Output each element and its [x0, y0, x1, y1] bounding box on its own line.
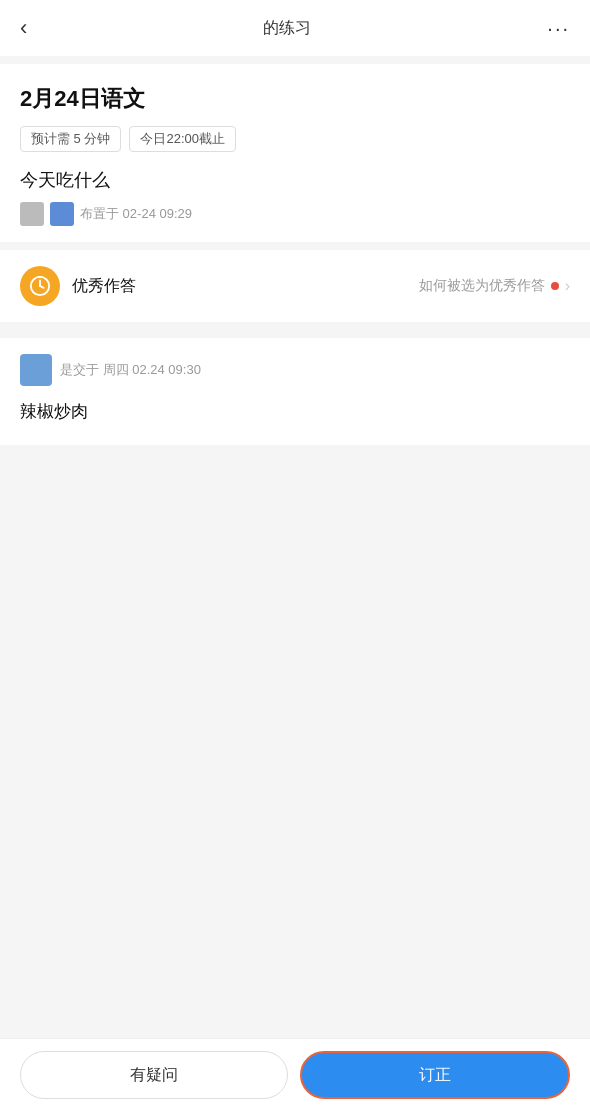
- correct-button[interactable]: 订正: [300, 1051, 570, 1099]
- excellent-section[interactable]: 优秀作答 如何被选为优秀作答 ›: [0, 250, 590, 322]
- gray-area: [0, 445, 590, 785]
- avatar-placeholder-2: [50, 202, 74, 226]
- answer-author-row: 是交于 周四 02.24 09:30: [20, 354, 570, 386]
- answer-content: 辣椒炒肉: [20, 398, 570, 425]
- more-button[interactable]: ···: [547, 17, 570, 40]
- answer-avatar: [20, 354, 52, 386]
- divider-1: [0, 242, 590, 250]
- excellent-icon: [20, 266, 60, 306]
- deadline-tag: 今日22:00截止: [129, 126, 236, 152]
- divider-2: [0, 322, 590, 330]
- excellent-left: 优秀作答: [20, 266, 136, 306]
- svg-line-2: [40, 286, 44, 288]
- author-info: 布置于 02-24 09:29: [80, 205, 192, 223]
- excellent-link: 如何被选为优秀作答: [419, 277, 545, 295]
- bottom-bar: 有疑问 订正: [0, 1038, 590, 1111]
- author-row: 布置于 02-24 09:29: [20, 202, 570, 226]
- red-dot-indicator: [551, 282, 559, 290]
- star-timer-icon: [29, 275, 51, 297]
- excellent-right[interactable]: 如何被选为优秀作答 ›: [419, 277, 570, 295]
- excellent-label: 优秀作答: [72, 276, 136, 297]
- back-button[interactable]: ‹: [20, 15, 27, 41]
- question-title: 今天吃什么: [20, 168, 570, 192]
- assignment-title: 2月24日语文: [20, 84, 570, 114]
- header: ‹ 的练习 ···: [0, 0, 590, 56]
- answer-meta: 是交于 周四 02.24 09:30: [60, 361, 201, 379]
- answer-section: 是交于 周四 02.24 09:30 辣椒炒肉: [0, 338, 590, 445]
- chevron-right-icon: ›: [565, 277, 570, 295]
- question-button[interactable]: 有疑问: [20, 1051, 288, 1099]
- header-title: 的练习: [263, 18, 311, 39]
- time-tag: 预计需 5 分钟: [20, 126, 121, 152]
- avatar-placeholder-1: [20, 202, 44, 226]
- main-card: 2月24日语文 预计需 5 分钟 今日22:00截止 今天吃什么 布置于 02-…: [0, 64, 590, 242]
- tags-row: 预计需 5 分钟 今日22:00截止: [20, 126, 570, 152]
